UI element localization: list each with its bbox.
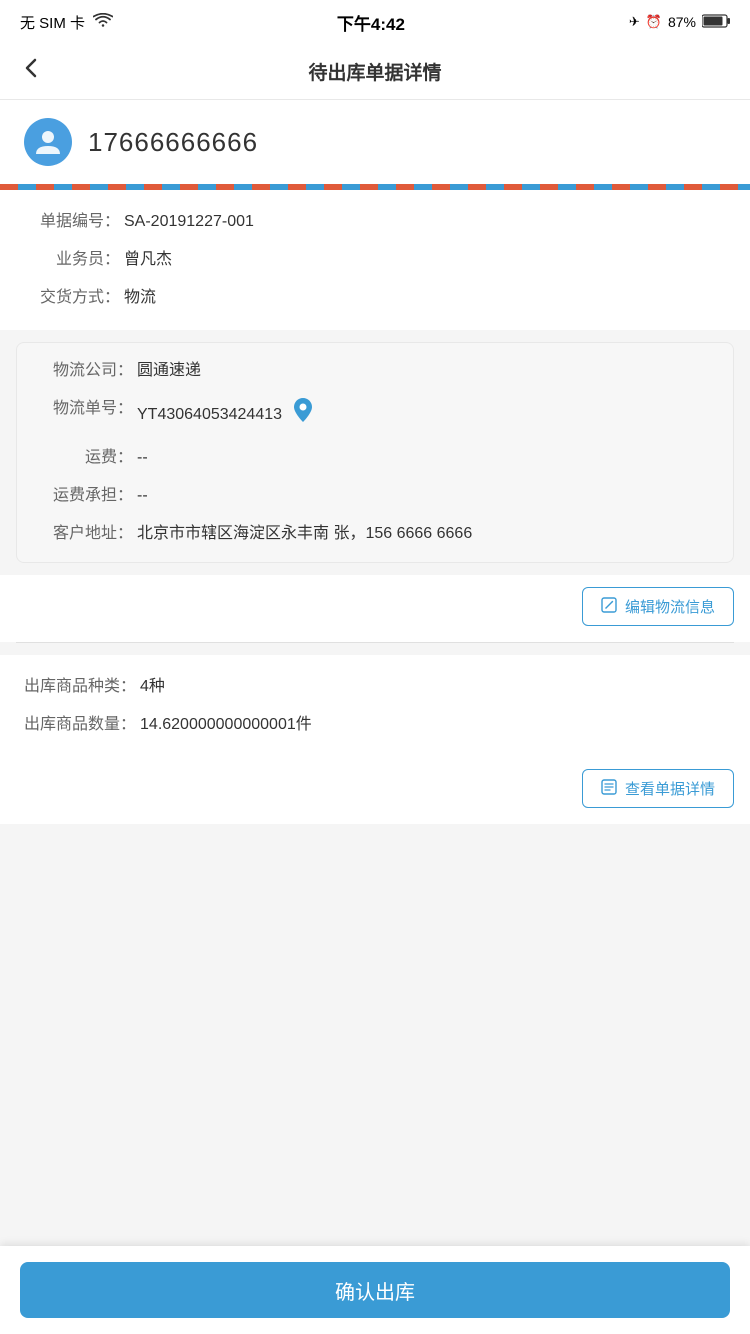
logistics-tracking-value: YT43064053424413 <box>137 403 282 427</box>
logistics-section: 物流公司： 圆通速递 物流单号： YT43064053424413 运费： --… <box>16 342 734 563</box>
logistics-freight-bear-row: 运费承担： -- <box>37 484 713 508</box>
product-quantity-row: 出库商品数量： 14.620000000000001件 <box>24 713 726 737</box>
view-detail-icon <box>601 779 617 799</box>
logistics-freight-row: 运费： -- <box>37 446 713 470</box>
edit-btn-row: 编辑物流信息 <box>0 575 750 642</box>
salesman-value: 曾凡杰 <box>124 248 726 272</box>
logistics-company-value: 圆通速递 <box>137 359 713 383</box>
view-detail-button[interactable]: 查看单据详情 <box>582 769 734 808</box>
logistics-tracking-container: YT43064053424413 <box>137 397 713 432</box>
logistics-address-value: 北京市市辖区海淀区永丰南 张，156 6666 6666 <box>137 522 713 546</box>
logistics-tracking-label: 物流单号： <box>37 397 137 421</box>
customer-header: 17666666666 <box>0 100 750 184</box>
product-type-value: 4种 <box>140 675 726 699</box>
avatar <box>24 118 72 166</box>
delivery-value: 物流 <box>124 286 726 310</box>
view-detail-btn-row: 查看单据详情 <box>0 757 750 824</box>
confirm-btn-container: 确认出库 <box>0 1246 750 1334</box>
product-section: 出库商品种类： 4种 出库商品数量： 14.620000000000001件 <box>0 655 750 757</box>
battery-icon <box>702 14 730 31</box>
status-right: ✈ ⏰ 87% <box>629 14 730 31</box>
confirm-outbound-button[interactable]: 确认出库 <box>20 1262 730 1318</box>
nav-bar: 待出库单据详情 <box>0 44 750 100</box>
carrier-text: 无 SIM 卡 <box>20 12 85 33</box>
product-quantity-value: 14.620000000000001件 <box>140 713 726 737</box>
product-quantity-label: 出库商品数量： <box>24 713 140 737</box>
order-info-section: 单据编号： SA-20191227-001 业务员： 曾凡杰 交货方式： 物流 <box>0 190 750 330</box>
salesman-row: 业务员： 曾凡杰 <box>24 248 726 272</box>
edit-icon <box>601 597 617 617</box>
location-status-icon: ✈ <box>629 14 640 30</box>
wifi-icon <box>93 13 113 31</box>
location-pin-icon[interactable] <box>292 397 314 432</box>
delivery-row: 交货方式： 物流 <box>24 286 726 310</box>
customer-phone: 17666666666 <box>88 127 258 158</box>
edit-logistics-button[interactable]: 编辑物流信息 <box>582 587 734 626</box>
salesman-label: 业务员： <box>24 248 124 272</box>
alarm-icon: ⏰ <box>646 14 662 30</box>
view-detail-label: 查看单据详情 <box>625 778 715 799</box>
edit-btn-label: 编辑物流信息 <box>625 596 715 617</box>
logistics-freight-label: 运费： <box>37 446 137 470</box>
logistics-company-label: 物流公司： <box>37 359 137 383</box>
logistics-freight-value: -- <box>137 446 713 470</box>
logistics-company-row: 物流公司： 圆通速递 <box>37 359 713 383</box>
section-divider <box>16 642 734 643</box>
bottom-spacer <box>0 824 750 1024</box>
logistics-address-row: 客户地址： 北京市市辖区海淀区永丰南 张，156 6666 6666 <box>37 522 713 546</box>
page-title: 待出库单据详情 <box>308 58 441 85</box>
status-time: 下午4:42 <box>337 10 405 35</box>
logistics-freight-bear-label: 运费承担： <box>37 484 137 508</box>
product-type-label: 出库商品种类： <box>24 675 140 699</box>
order-number-value: SA-20191227-001 <box>124 210 726 234</box>
back-button[interactable] <box>12 48 52 95</box>
battery-text: 87% <box>668 14 696 30</box>
delivery-label: 交货方式： <box>24 286 124 310</box>
order-number-label: 单据编号： <box>24 210 124 234</box>
logistics-address-label: 客户地址： <box>37 522 137 546</box>
status-bar: 无 SIM 卡 下午4:42 ✈ ⏰ 87% <box>0 0 750 44</box>
status-left: 无 SIM 卡 <box>20 12 113 33</box>
order-number-row: 单据编号： SA-20191227-001 <box>24 210 726 234</box>
logistics-tracking-row: 物流单号： YT43064053424413 <box>37 397 713 432</box>
product-type-row: 出库商品种类： 4种 <box>24 675 726 699</box>
logistics-freight-bear-value: -- <box>137 484 713 508</box>
